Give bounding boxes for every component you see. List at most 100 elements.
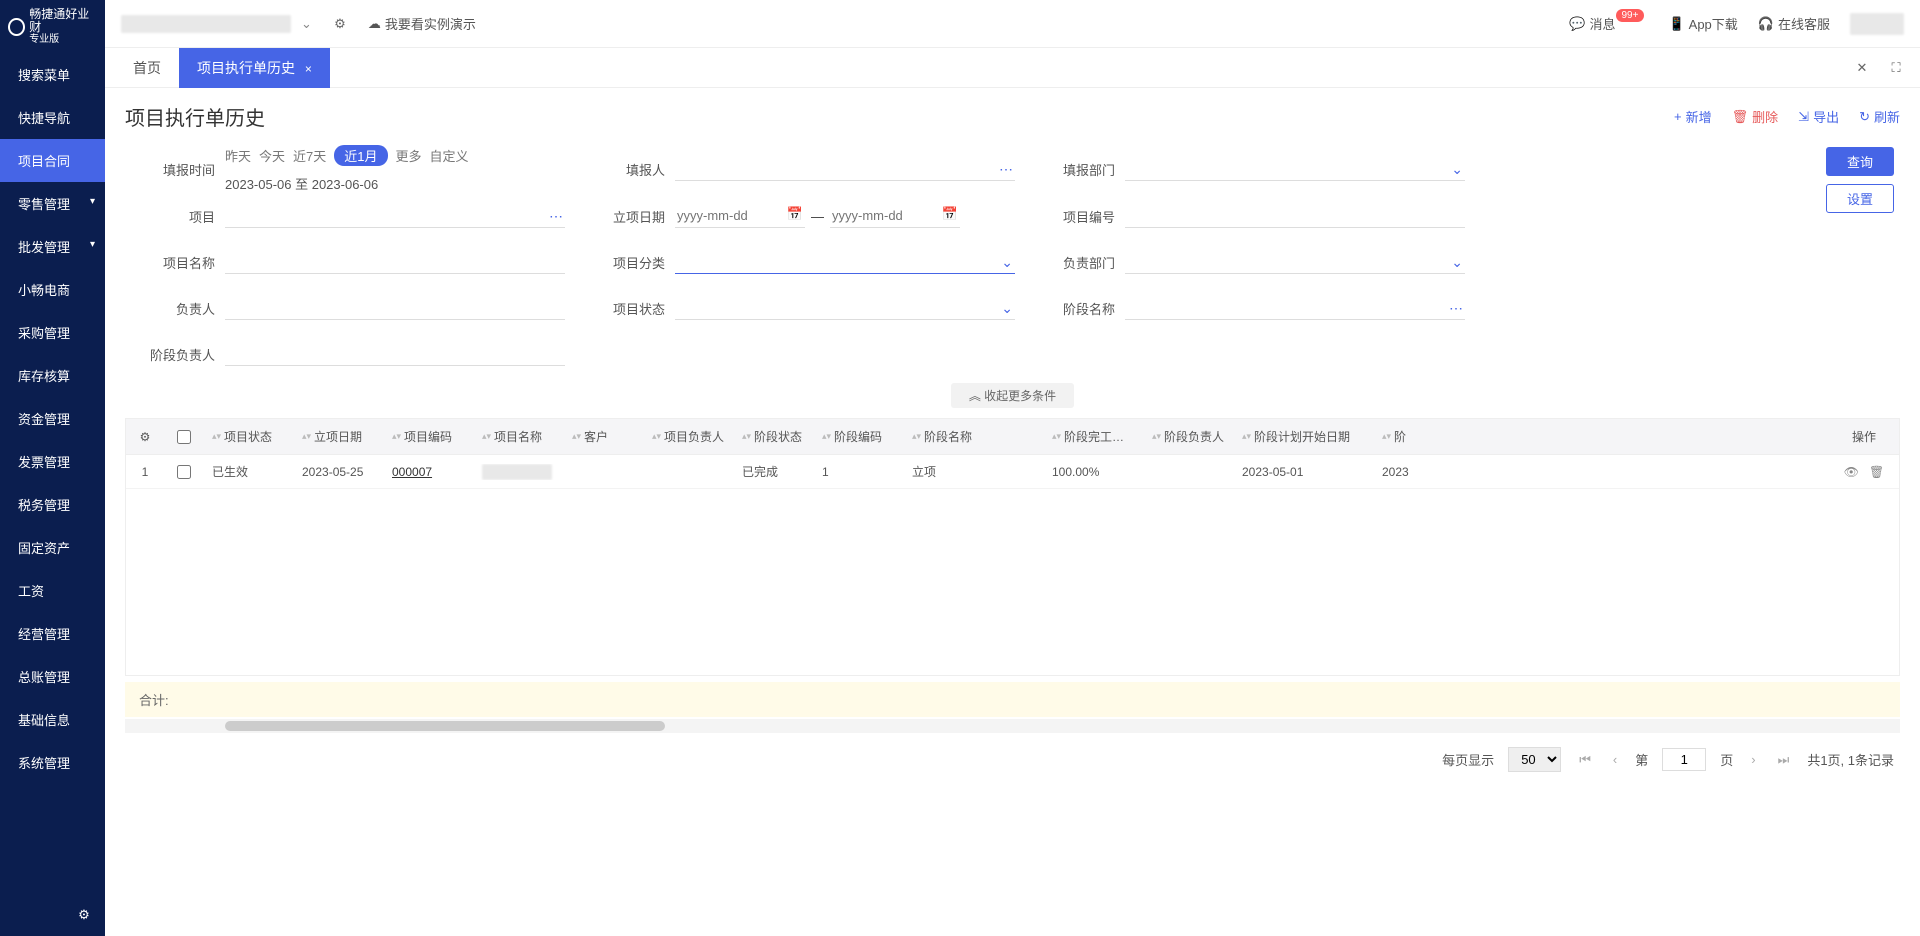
project-input[interactable]	[225, 204, 565, 228]
sidebar-settings-button[interactable]: ⚙	[73, 904, 95, 926]
more-icon[interactable]: ⋯	[1449, 300, 1463, 317]
export-button[interactable]: ⇲导出	[1798, 107, 1839, 126]
code-link[interactable]: 000007	[392, 465, 432, 479]
sidebar-item-label: 基础信息	[18, 713, 70, 728]
next-page-button[interactable]: ›	[1747, 752, 1759, 767]
col-phase-name[interactable]: ▴▾阶段名称	[904, 428, 1044, 445]
column-settings-button[interactable]: ⚙	[126, 430, 164, 444]
org-selector[interactable]: ⌄	[121, 15, 312, 33]
sidebar-item-retail[interactable]: 零售管理▾	[0, 182, 105, 225]
cell-code[interactable]: 000007	[384, 465, 474, 479]
report-dept-input[interactable]	[1125, 157, 1465, 181]
sidebar-item-tax[interactable]: 税务管理	[0, 483, 105, 526]
time-chip-yesterday[interactable]: 昨天	[225, 146, 251, 165]
collapse-filters-button[interactable]: ︽ 收起更多条件	[951, 383, 1074, 408]
user-avatar-blurred[interactable]	[1850, 13, 1904, 35]
col-name[interactable]: ▴▾项目名称	[474, 428, 564, 445]
filter-settings-button[interactable]: 设置	[1826, 184, 1894, 213]
time-chip-custom[interactable]: 自定义	[430, 146, 469, 165]
calendar-icon[interactable]: 📅	[787, 206, 803, 222]
col-phase-code[interactable]: ▴▾阶段编码	[814, 428, 904, 445]
sidebar-item-inventory[interactable]: 库存核算	[0, 354, 105, 397]
project-category-input[interactable]	[675, 250, 1015, 274]
time-chip-7days[interactable]: 近7天	[293, 146, 326, 165]
col-phase-end[interactable]: ▴▾阶	[1374, 428, 1414, 445]
close-all-button[interactable]: ✕	[1852, 58, 1872, 78]
project-code-input[interactable]	[1125, 204, 1465, 228]
per-page-select[interactable]: 50	[1508, 747, 1561, 772]
scrollbar-thumb[interactable]	[225, 721, 665, 731]
sidebar-item-project-contract[interactable]: 项目合同	[0, 139, 105, 182]
query-button[interactable]: 查询	[1826, 147, 1894, 176]
sidebar-item-ledger[interactable]: 总账管理	[0, 655, 105, 698]
sidebar-item-system[interactable]: 系统管理	[0, 741, 105, 784]
owner-input[interactable]	[225, 296, 565, 320]
delete-icon[interactable]: 🗑	[1869, 465, 1884, 479]
col-code[interactable]: ▴▾项目编码	[384, 428, 474, 445]
phase-owner-input[interactable]	[225, 342, 565, 366]
owner-dept-input[interactable]	[1125, 250, 1465, 274]
sidebar-item-purchase[interactable]: 采购管理	[0, 311, 105, 354]
sidebar-item-invoice[interactable]: 发票管理	[0, 440, 105, 483]
table-row[interactable]: 1 已生效 2023-05-25 000007 已完成 1 立项 100.00%…	[126, 455, 1899, 489]
tab-project-exec-history[interactable]: 项目执行单历史 ×	[179, 48, 330, 88]
sidebar-item-search[interactable]: 搜索菜单	[0, 53, 105, 96]
sidebar-item-quicknav[interactable]: 快捷导航	[0, 96, 105, 139]
init-date-to[interactable]	[830, 204, 960, 228]
add-button[interactable]: +新增	[1674, 107, 1712, 126]
project-name-input[interactable]	[225, 250, 565, 274]
chevron-down-icon[interactable]: ⌄	[1451, 254, 1463, 271]
first-page-button[interactable]: ⏮	[1575, 752, 1595, 768]
close-icon[interactable]: ×	[305, 62, 312, 76]
app-download-link[interactable]: 📱 App下载	[1668, 14, 1737, 33]
sidebar-item-wholesale[interactable]: 批发管理▾	[0, 225, 105, 268]
sidebar-item-funds[interactable]: 资金管理	[0, 397, 105, 440]
col-phase-start[interactable]: ▴▾阶段计划开始日期	[1234, 428, 1374, 445]
init-date-from[interactable]	[675, 204, 805, 228]
fullscreen-button[interactable]: ⛶	[1886, 58, 1906, 78]
sidebar-item-salary[interactable]: 工资	[0, 569, 105, 612]
online-service-link[interactable]: 🎧 在线客服	[1758, 14, 1830, 33]
col-customer[interactable]: ▴▾客户	[564, 428, 644, 445]
sidebar-item-operation[interactable]: 经营管理	[0, 612, 105, 655]
more-icon[interactable]: ⋯	[549, 208, 563, 225]
more-icon[interactable]: ⋯	[999, 161, 1013, 178]
checkbox[interactable]	[177, 430, 191, 444]
reporter-input[interactable]	[675, 157, 1015, 181]
row-checkbox[interactable]	[177, 465, 191, 479]
horizontal-scrollbar[interactable]	[125, 719, 1900, 733]
last-page-button[interactable]: ⏭	[1774, 752, 1794, 768]
chevron-down-icon[interactable]: ⌄	[1001, 254, 1013, 271]
page-suffix: 页	[1720, 750, 1733, 769]
view-icon[interactable]: 👁	[1844, 465, 1859, 479]
sidebar-item-basedata[interactable]: 基础信息	[0, 698, 105, 741]
sidebar-item-ecommerce[interactable]: 小畅电商	[0, 268, 105, 311]
col-owner[interactable]: ▴▾项目负责人	[644, 428, 734, 445]
demo-link[interactable]: ☁ 我要看实例演示	[368, 14, 476, 33]
messages-link[interactable]: 💬 消息 99+	[1569, 14, 1648, 33]
col-phase-owner[interactable]: ▴▾阶段负责人	[1144, 428, 1234, 445]
filter-project-code: 项目编号	[1035, 193, 1465, 239]
chevron-down-icon: ⌄	[301, 16, 312, 32]
select-all-checkbox[interactable]	[164, 430, 204, 444]
delete-button[interactable]: 🗑删除	[1732, 107, 1779, 126]
sidebar-item-assets[interactable]: 固定资产	[0, 526, 105, 569]
calendar-icon[interactable]: 📅	[942, 206, 958, 222]
time-chip-1month[interactable]: 近1月	[334, 145, 387, 166]
trash-icon: 🗑	[1732, 109, 1749, 125]
prev-page-button[interactable]: ‹	[1609, 752, 1621, 767]
col-phase-status[interactable]: ▴▾阶段状态	[734, 428, 814, 445]
tab-home[interactable]: 首页	[115, 48, 179, 88]
settings-button[interactable]: ⚙	[330, 14, 350, 34]
phase-name-input[interactable]	[1125, 296, 1465, 320]
page-input[interactable]	[1662, 748, 1706, 771]
col-status[interactable]: ▴▾项目状态	[204, 428, 294, 445]
time-chip-today[interactable]: 今天	[259, 146, 285, 165]
col-init-date[interactable]: ▴▾立项日期	[294, 428, 384, 445]
time-chip-more[interactable]: 更多	[396, 146, 422, 165]
chevron-down-icon[interactable]: ⌄	[1001, 300, 1013, 317]
project-status-input[interactable]	[675, 296, 1015, 320]
chevron-down-icon[interactable]: ⌄	[1451, 161, 1463, 178]
refresh-button[interactable]: ↻刷新	[1859, 107, 1900, 126]
col-phase-progress[interactable]: ▴▾阶段完工…	[1044, 428, 1144, 445]
